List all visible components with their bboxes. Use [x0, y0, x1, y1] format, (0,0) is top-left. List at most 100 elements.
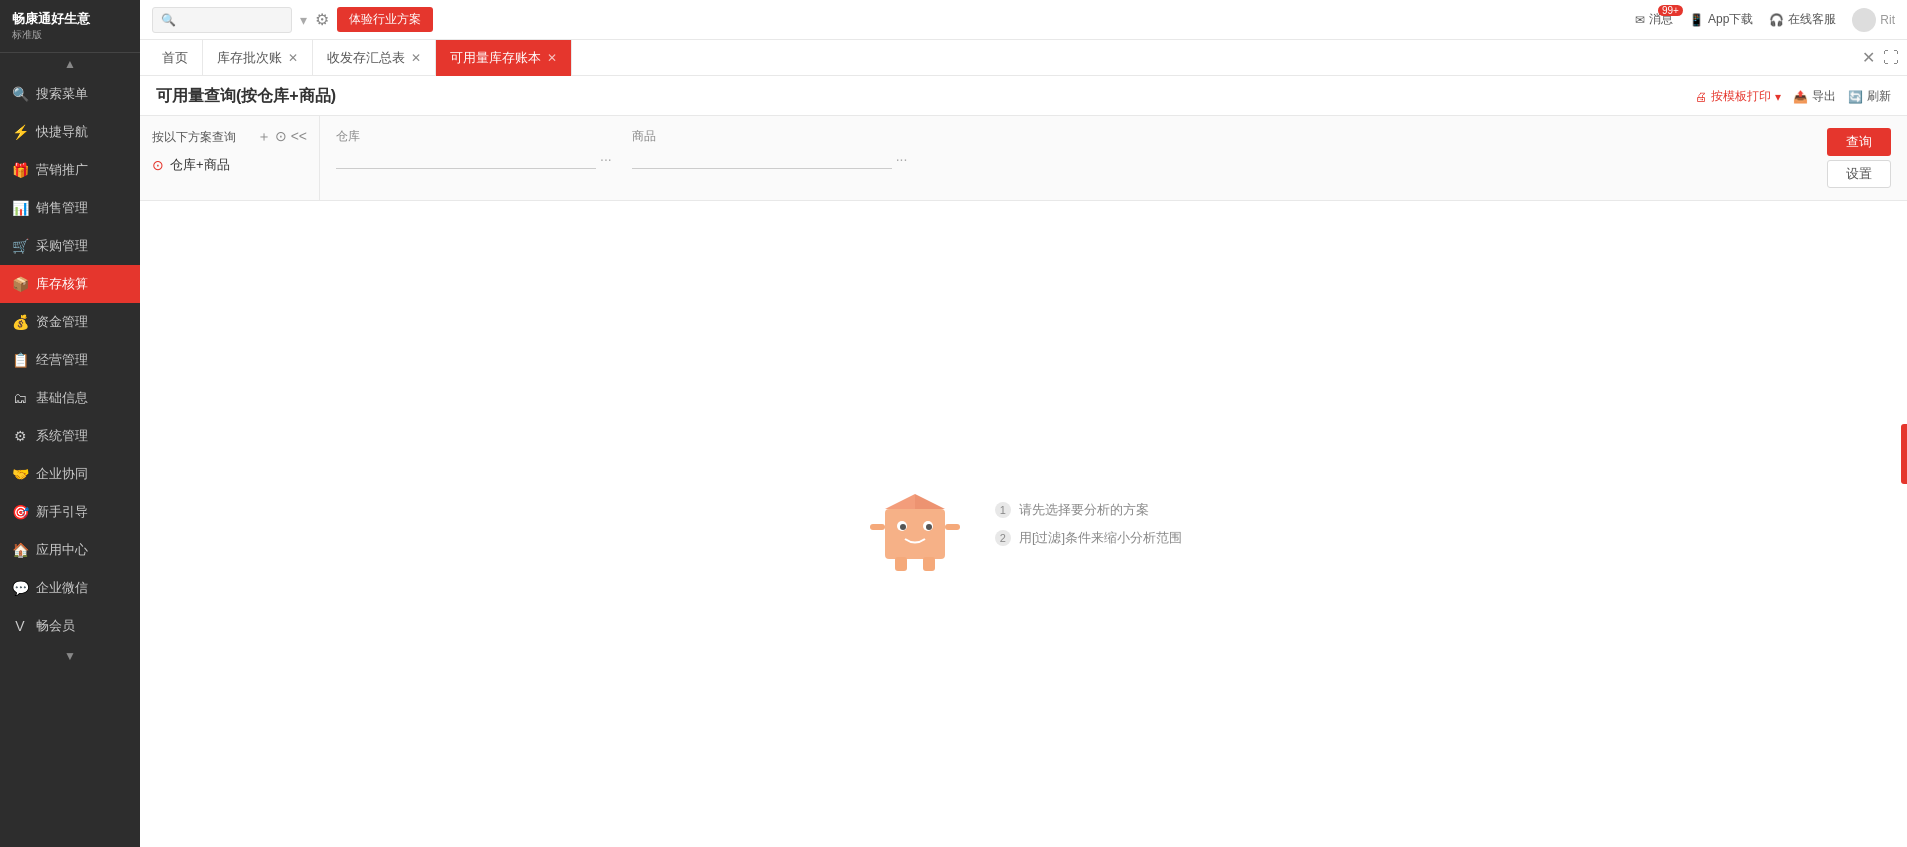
svg-rect-9	[895, 557, 907, 571]
empty-illustration	[865, 474, 965, 574]
sidebar-item-purchase[interactable]: 🛒 采购管理	[0, 227, 140, 265]
sidebar-item-sales[interactable]: 📊 销售管理	[0, 189, 140, 227]
sidebar: 畅康通好生意 标准版 ▲ 🔍 搜索菜单 ⚡ 快捷导航 🎁 营销推广 📊 销售管理…	[0, 0, 140, 847]
tab-summary[interactable]: 收发存汇总表 ✕	[313, 40, 436, 76]
chat-icon: 💬	[12, 580, 28, 596]
tab-inventory-batch[interactable]: 库存批次账 ✕	[203, 40, 313, 76]
goods-more-icon[interactable]: ···	[896, 151, 908, 167]
goods-input[interactable]	[632, 149, 892, 169]
export-button[interactable]: 📤 导出	[1793, 88, 1836, 105]
filter-actions-left: ＋ ⊙ <<	[257, 128, 307, 146]
search-icon-small: 🔍	[161, 13, 176, 27]
maximize-icon[interactable]: ⛶	[1883, 49, 1899, 67]
vip-icon: V	[12, 618, 28, 634]
tip-num-1: 1	[995, 502, 1011, 518]
money-icon: 💰	[12, 314, 28, 330]
message-button[interactable]: ✉ 消息 99+	[1635, 11, 1673, 28]
sidebar-item-label: 应用中心	[36, 541, 88, 559]
sidebar-item-collab[interactable]: 🤝 企业协同	[0, 455, 140, 493]
message-badge: 99+	[1658, 5, 1683, 16]
warehouse-input[interactable]	[336, 149, 596, 169]
sidebar-item-operations[interactable]: 📋 经营管理	[0, 341, 140, 379]
filter-action-buttons: 查询 设置	[1827, 128, 1891, 188]
sidebar-item-finance[interactable]: 💰 资金管理	[0, 303, 140, 341]
sidebar-item-label: 系统管理	[36, 427, 88, 445]
tip-text-1: 请先选择要分析的方案	[1019, 501, 1149, 519]
close-icon[interactable]: ✕	[547, 51, 557, 65]
sidebar-item-label: 新手引导	[36, 503, 88, 521]
print-icon: 🖨	[1695, 90, 1707, 104]
info-icon: 🗂	[12, 390, 28, 406]
content-area: 1 请先选择要分析的方案 2 用[过滤]条件来缩小分析范围	[140, 201, 1907, 847]
empty-tips: 1 请先选择要分析的方案 2 用[过滤]条件来缩小分析范围	[995, 501, 1182, 547]
right-scroll-indicator[interactable]	[1901, 424, 1907, 484]
app-label: App下载	[1708, 11, 1753, 28]
service-label: 在线客服	[1788, 11, 1836, 28]
user-menu[interactable]: Rit	[1852, 8, 1895, 32]
sidebar-item-member[interactable]: V 畅会员	[0, 607, 140, 645]
sidebar-item-label: 经营管理	[36, 351, 88, 369]
settings-filter-icon[interactable]: ⊙	[275, 128, 287, 146]
filter-right-panel: 仓库 ··· 商品 ··· 查询 设置	[320, 116, 1907, 200]
filter-left-panel: 按以下方案查询 ＋ ⊙ << ⊙ 仓库+商品	[140, 116, 320, 200]
username: Rit	[1880, 13, 1895, 27]
sidebar-item-basic[interactable]: 🗂 基础信息	[0, 379, 140, 417]
tab-label: 首页	[162, 49, 188, 67]
add-filter-icon[interactable]: ＋	[257, 128, 271, 146]
sidebar-item-marketing[interactable]: 🎁 营销推广	[0, 151, 140, 189]
gift-icon: 🎁	[12, 162, 28, 178]
warehouse-label: 仓库	[336, 128, 612, 145]
warehouse-field: 仓库 ···	[336, 128, 612, 169]
export-icon: 📤	[1793, 90, 1808, 104]
settings-button[interactable]: 设置	[1827, 160, 1891, 188]
collapse-icon[interactable]: <<	[291, 128, 307, 146]
tab-label: 收发存汇总表	[327, 49, 405, 67]
close-icon[interactable]: ✕	[411, 51, 421, 65]
trial-button[interactable]: 体验行业方案	[337, 7, 433, 32]
sidebar-item-search[interactable]: 🔍 搜索菜单	[0, 75, 140, 113]
sidebar-item-apps[interactable]: 🏠 应用中心	[0, 531, 140, 569]
topbar-search[interactable]: 🔍	[152, 7, 292, 33]
tip-num-2: 2	[995, 530, 1011, 546]
sidebar-item-inventory[interactable]: 📦 库存核算	[0, 265, 140, 303]
sidebar-item-guide[interactable]: 🎯 新手引导	[0, 493, 140, 531]
chart-icon: 📊	[12, 200, 28, 216]
sidebar-item-label: 采购管理	[36, 237, 88, 255]
gear-icon: ⚙	[12, 428, 28, 444]
settings-icon[interactable]: ⚙	[315, 10, 329, 29]
handshake-icon: 🤝	[12, 466, 28, 482]
sidebar-item-label: 库存核算	[36, 275, 88, 293]
empty-tip-2: 2 用[过滤]条件来缩小分析范围	[995, 529, 1182, 547]
service-button[interactable]: 🎧 在线客服	[1769, 11, 1836, 28]
sidebar-scroll-down[interactable]: ▼	[0, 645, 140, 667]
svg-rect-8	[945, 524, 960, 530]
app-download-button[interactable]: 📱 App下载	[1689, 11, 1753, 28]
sidebar-item-label: 营销推广	[36, 161, 88, 179]
empty-tip-1: 1 请先选择要分析的方案	[995, 501, 1182, 519]
svg-marker-1	[885, 494, 915, 509]
search-icon: 🔍	[12, 86, 28, 102]
sidebar-item-wechat[interactable]: 💬 企业微信	[0, 569, 140, 607]
sidebar-item-shortcut[interactable]: ⚡ 快捷导航	[0, 113, 140, 151]
dropdown-icon[interactable]: ▾	[1775, 90, 1781, 104]
home-icon: 🏠	[12, 542, 28, 558]
sidebar-scroll-up[interactable]: ▲	[0, 53, 140, 75]
filter-area: 按以下方案查询 ＋ ⊙ << ⊙ 仓库+商品 仓库 ···	[140, 116, 1907, 201]
warehouse-more-icon[interactable]: ···	[600, 151, 612, 167]
empty-state: 1 请先选择要分析的方案 2 用[过滤]条件来缩小分析范围	[865, 474, 1182, 574]
dropdown-icon[interactable]: ▾	[300, 12, 307, 28]
sidebar-item-system[interactable]: ⚙ 系统管理	[0, 417, 140, 455]
close-window-icon[interactable]: ✕	[1862, 48, 1875, 67]
refresh-button[interactable]: 🔄 刷新	[1848, 88, 1891, 105]
page-title: 可用量查询(按仓库+商品)	[156, 86, 336, 107]
filter-item-warehouse-goods[interactable]: ⊙ 仓库+商品	[140, 150, 319, 180]
close-icon[interactable]: ✕	[288, 51, 298, 65]
tab-home[interactable]: 首页	[148, 40, 203, 76]
query-button[interactable]: 查询	[1827, 128, 1891, 156]
goods-label: 商品	[632, 128, 908, 145]
tab-available-qty[interactable]: 可用量库存账本 ✕	[436, 40, 572, 76]
print-button[interactable]: 🖨 按模板打印 ▾	[1695, 88, 1781, 105]
refresh-label: 刷新	[1867, 88, 1891, 105]
svg-rect-7	[870, 524, 885, 530]
flash-icon: ⚡	[12, 124, 28, 140]
